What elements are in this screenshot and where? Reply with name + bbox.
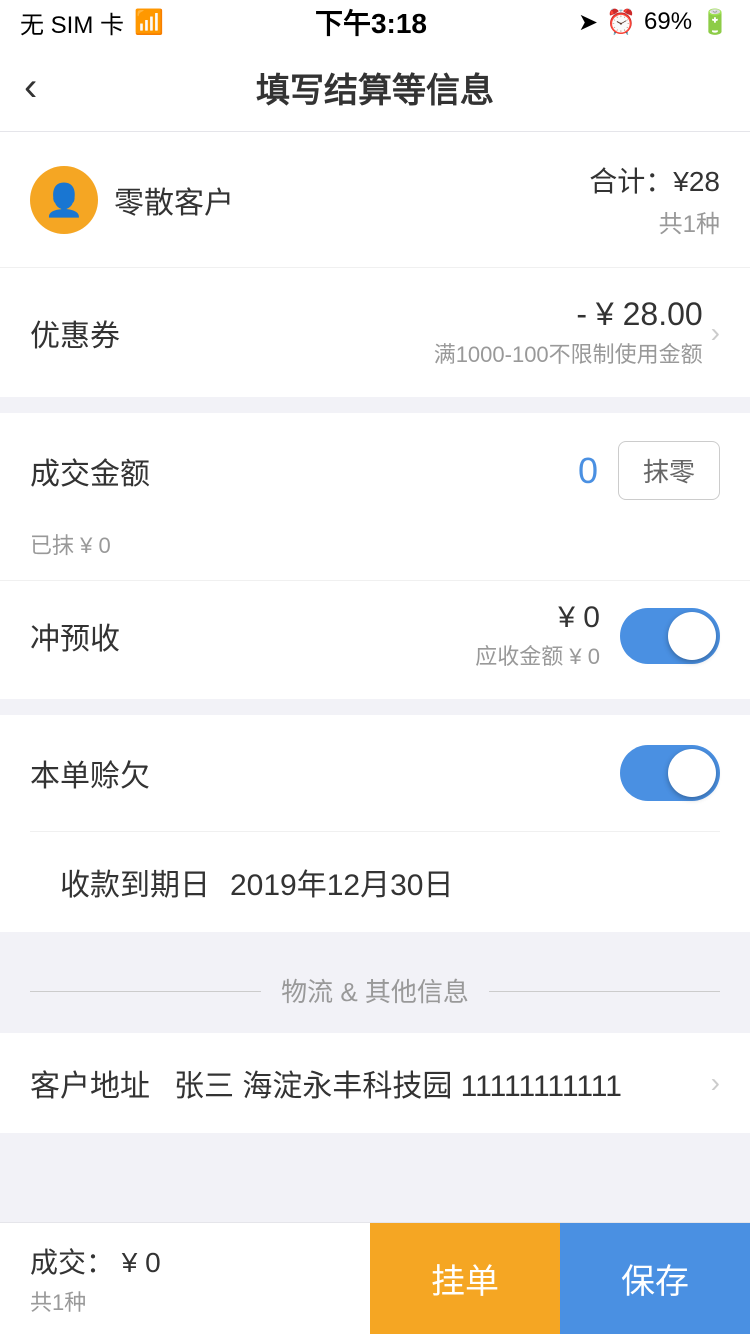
round-zero-button[interactable]: 抹零 [618, 441, 720, 500]
customer-right: 合计：¥28 共1种 [589, 160, 720, 239]
location-icon: ➤ [578, 8, 598, 37]
address-label: 客户地址 [30, 1061, 150, 1105]
avatar-icon: 👤 [44, 181, 84, 219]
debit-toggle-knob [668, 749, 716, 797]
nav-bar: ‹ 填写结算等信息 [0, 44, 750, 132]
precollect-info: ¥ 0 应收金额 ¥ 0 [475, 601, 600, 671]
debit-row: 本单赊欠 [30, 715, 720, 831]
customer-left: 👤 零散客户 [30, 166, 234, 234]
chevron-right-icon: › [711, 317, 720, 349]
deal-amount-section: 成交金额 0 抹零 已抹 ¥ 0 冲预收 ¥ 0 应收金额 ¥ 0 [0, 413, 750, 699]
battery-icon: 🔋 [700, 8, 730, 37]
customer-section: 👤 零散客户 合计：¥28 共1种 优惠券 - ¥ 28.00 满1000-10… [0, 132, 750, 397]
address-value: 张三 海淀永丰科技园 11111111111 [174, 1061, 711, 1105]
save-button[interactable]: 保存 [560, 1223, 750, 1334]
back-button[interactable]: ‹ [24, 65, 37, 110]
hold-button[interactable]: 挂单 [370, 1223, 560, 1334]
coupon-discount: - ¥ 28.00 [434, 296, 703, 333]
address-row[interactable]: 客户地址 张三 海淀永丰科技园 11111111111 › [0, 1033, 750, 1133]
page-title: 填写结算等信息 [256, 63, 494, 112]
sim-label: 无 SIM 卡 [20, 5, 124, 40]
total-amount: 合计：¥28 [589, 160, 720, 200]
address-chevron-icon: › [711, 1067, 720, 1099]
deal-amount-value[interactable]: 0 [578, 450, 598, 492]
deal-amount-label: 成交金额 [30, 449, 150, 493]
coupon-label: 优惠券 [30, 311, 120, 355]
debit-label: 本单赊欠 [30, 751, 150, 795]
coupon-right: - ¥ 28.00 满1000-100不限制使用金额 › [434, 296, 720, 369]
coupon-description: 满1000-100不限制使用金额 [434, 337, 703, 369]
bottom-left: 成交： ¥ 0 共1种 [0, 1241, 370, 1317]
due-date-value: 2019年12月30日 [230, 860, 453, 904]
coupon-info: - ¥ 28.00 满1000-100不限制使用金额 [434, 296, 703, 369]
precollect-label: 冲预收 [30, 614, 120, 658]
address-section: 客户地址 张三 海淀永丰科技园 11111111111 › [0, 1033, 750, 1133]
battery-label: 69% [644, 8, 692, 36]
deal-amount-row: 成交金额 0 抹零 [0, 413, 750, 528]
status-right: ➤ ⏰ 69% 🔋 [578, 8, 730, 37]
coupon-row[interactable]: 优惠券 - ¥ 28.00 满1000-100不限制使用金额 › [0, 267, 750, 397]
deal-amount-right: 0 抹零 [578, 441, 720, 500]
logistics-section-label: 物流 & 其他信息 [261, 972, 489, 1009]
status-bar: 无 SIM 卡 📶 下午3:18 ➤ ⏰ 69% 🔋 [0, 0, 750, 44]
debit-section: 本单赊欠 收款到期日 2019年12月30日 [0, 715, 750, 932]
bottom-bar: 成交： ¥ 0 共1种 挂单 保存 [0, 1222, 750, 1334]
precollect-amount: ¥ 0 [475, 601, 600, 635]
precollect-row: 冲预收 ¥ 0 应收金额 ¥ 0 [0, 580, 750, 699]
total-count: 共1种 [589, 204, 720, 239]
wifi-icon: 📶 [134, 8, 164, 37]
precollect-toggle[interactable] [620, 608, 720, 664]
precollect-sub: 应收金额 ¥ 0 [475, 639, 600, 671]
deal-amount-sub: 已抹 ¥ 0 [0, 528, 750, 580]
customer-row: 👤 零散客户 合计：¥28 共1种 [0, 132, 750, 267]
due-date-row: 收款到期日 2019年12月30日 [30, 831, 720, 932]
status-time: 下午3:18 [315, 2, 427, 42]
customer-name: 零散客户 [114, 178, 234, 222]
precollect-right: ¥ 0 应收金额 ¥ 0 [475, 601, 720, 671]
due-date-label: 收款到期日 [60, 860, 210, 904]
logistics-header: 物流 & 其他信息 [0, 948, 750, 1033]
bottom-count-label: 共1种 [30, 1285, 340, 1317]
alarm-icon: ⏰ [606, 8, 636, 37]
toggle-knob [668, 612, 716, 660]
debit-toggle[interactable] [620, 745, 720, 801]
bottom-deal-label: 成交： ¥ 0 [30, 1241, 340, 1281]
status-left: 无 SIM 卡 📶 [20, 5, 164, 40]
avatar: 👤 [30, 166, 98, 234]
